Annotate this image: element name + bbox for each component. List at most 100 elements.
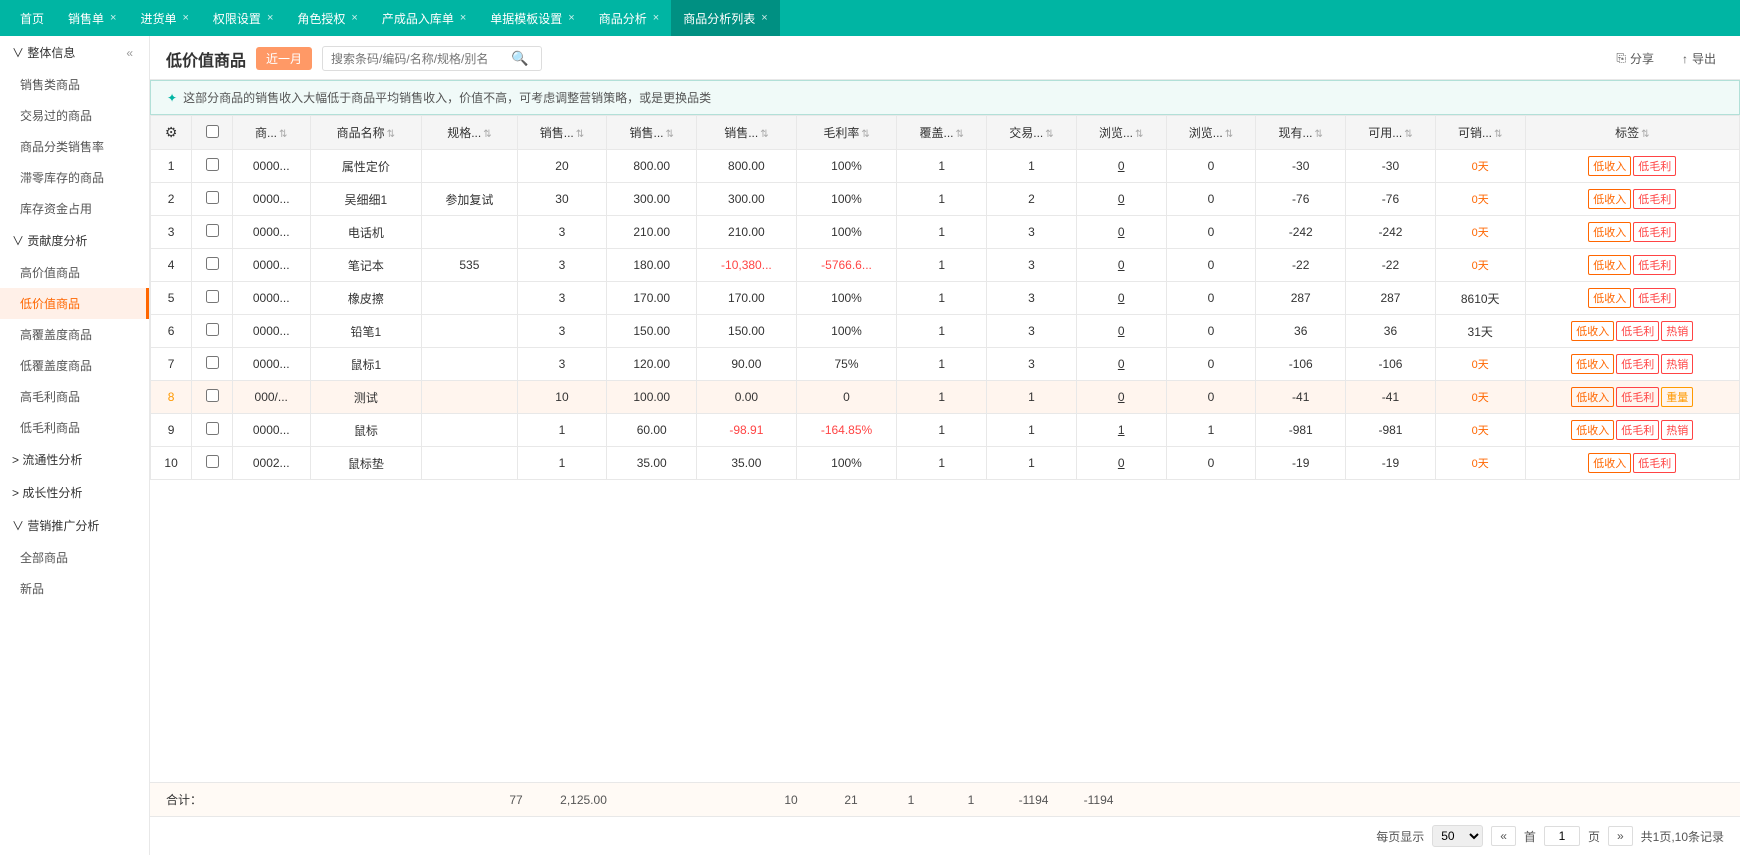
row-checkbox[interactable] [206, 257, 219, 270]
row-checkbox-cell[interactable] [192, 150, 233, 183]
sidebar-item-high-margin[interactable]: 高毛利商品 [0, 381, 149, 412]
nav-role-auth[interactable]: 角色授权 × [285, 0, 369, 36]
row-checkbox-cell[interactable] [192, 282, 233, 315]
sidebar-item-new-products[interactable]: 新品 [0, 573, 149, 604]
row-browse1[interactable]: 1 [1076, 414, 1166, 447]
row-tags: 低收入低毛利 [1525, 183, 1739, 216]
sidebar-group-circulation[interactable]: > 流通性分析 [0, 443, 149, 476]
browse1-link[interactable]: 0 [1118, 225, 1125, 239]
page-number-input[interactable] [1544, 826, 1580, 846]
browse1-link[interactable]: 0 [1118, 159, 1125, 173]
browse1-link[interactable]: 0 [1118, 357, 1125, 371]
browse1-link[interactable]: 0 [1118, 324, 1125, 338]
row-browse1[interactable]: 0 [1076, 150, 1166, 183]
sidebar-item-low-value[interactable]: 低价值商品 [0, 288, 149, 319]
close-icon[interactable]: × [761, 12, 767, 24]
close-icon[interactable]: × [460, 12, 466, 24]
select-all-checkbox[interactable] [206, 125, 219, 138]
row-browse1[interactable]: 0 [1076, 249, 1166, 282]
row-browse1[interactable]: 0 [1076, 282, 1166, 315]
row-code: 0000... [232, 216, 310, 249]
row-checkbox[interactable] [206, 224, 219, 237]
export-button[interactable]: ↑ 导出 [1674, 46, 1724, 71]
row-browse1[interactable]: 0 [1076, 447, 1166, 480]
page-size-select[interactable]: 50 100 200 [1432, 825, 1483, 847]
table-row: 70000...鼠标13120.0090.0075%1300-106-1060天… [151, 348, 1740, 381]
first-page-button[interactable]: « [1491, 826, 1516, 846]
nav-product-stock[interactable]: 产成品入库单 × [370, 0, 478, 36]
browse1-link[interactable]: 0 [1118, 456, 1125, 470]
browse1-link[interactable]: 0 [1118, 291, 1125, 305]
last-page-button[interactable]: » [1608, 826, 1633, 846]
sidebar-item-traded-products[interactable]: 交易过的商品 [0, 100, 149, 131]
nav-permission-settings[interactable]: 权限设置 × [201, 0, 285, 36]
browse1-link[interactable]: 0 [1118, 258, 1125, 272]
row-checkbox-cell[interactable] [192, 414, 233, 447]
top-navigation: 首页 销售单 × 进货单 × 权限设置 × 角色授权 × 产成品入库单 × 单据… [0, 0, 1740, 36]
sidebar-group-growth[interactable]: > 成长性分析 [0, 476, 149, 509]
sidebar-group-overview[interactable]: ∨ 整体信息 « [0, 36, 149, 69]
row-checkbox[interactable] [206, 389, 219, 402]
nav-sales-order[interactable]: 销售单 × [56, 0, 128, 36]
row-browse1[interactable]: 0 [1076, 216, 1166, 249]
nav-purchase-order[interactable]: 进货单 × [128, 0, 200, 36]
row-checkbox[interactable] [206, 290, 219, 303]
collapse-icon[interactable]: « [126, 46, 133, 60]
sidebar-item-sales-products[interactable]: 销售类商品 [0, 69, 149, 100]
search-input[interactable] [331, 52, 511, 66]
row-checkbox-cell[interactable] [192, 381, 233, 414]
close-icon[interactable]: × [653, 12, 659, 24]
close-icon[interactable]: × [110, 12, 116, 24]
nav-product-analysis[interactable]: 商品分析 × [587, 0, 671, 36]
row-checkbox[interactable] [206, 356, 219, 369]
row-browse1[interactable]: 0 [1076, 183, 1166, 216]
sidebar-item-low-margin[interactable]: 低毛利商品 [0, 412, 149, 443]
row-browse1[interactable]: 0 [1076, 315, 1166, 348]
sidebar-item-zero-stock[interactable]: 滞零库存的商品 [0, 162, 149, 193]
row-trade: 3 [987, 216, 1077, 249]
row-checkbox[interactable] [206, 158, 219, 171]
row-checkbox[interactable] [206, 422, 219, 435]
browse1-link[interactable]: 0 [1118, 192, 1125, 206]
filter-recent-month-button[interactable]: 近一月 [256, 47, 312, 70]
th-checkbox[interactable] [192, 116, 233, 150]
close-icon[interactable]: × [182, 12, 188, 24]
sidebar-group-marketing[interactable]: ∨ 营销推广分析 [0, 509, 149, 542]
row-checkbox[interactable] [206, 455, 219, 468]
row-name: 笔记本 [310, 249, 422, 282]
sidebar-item-high-coverage[interactable]: 高覆盖度商品 [0, 319, 149, 350]
row-checkbox[interactable] [206, 191, 219, 204]
browse1-link[interactable]: 1 [1118, 423, 1125, 437]
row-current: -76 [1256, 183, 1346, 216]
th-settings[interactable]: ⚙ [151, 116, 192, 150]
row-checkbox-cell[interactable] [192, 183, 233, 216]
close-icon[interactable]: × [351, 12, 357, 24]
row-browse1[interactable]: 0 [1076, 381, 1166, 414]
row-available: -41 [1346, 381, 1436, 414]
close-icon[interactable]: × [267, 12, 273, 24]
sidebar-item-stock-capital[interactable]: 库存资金占用 [0, 193, 149, 224]
tag: 热销 [1661, 354, 1693, 374]
row-checkbox[interactable] [206, 323, 219, 336]
sidebar-item-category-sales-rate[interactable]: 商品分类销售率 [0, 131, 149, 162]
row-checkbox-cell[interactable] [192, 216, 233, 249]
sidebar-item-all-products[interactable]: 全部商品 [0, 542, 149, 573]
nav-home[interactable]: 首页 [8, 0, 56, 36]
sidebar-item-low-coverage[interactable]: 低覆盖度商品 [0, 350, 149, 381]
nav-template-settings[interactable]: 单据模板设置 × [478, 0, 586, 36]
row-checkbox-cell[interactable] [192, 315, 233, 348]
search-icon[interactable]: 🔍 [511, 50, 528, 67]
sidebar-item-high-value[interactable]: 高价值商品 [0, 257, 149, 288]
row-browse1[interactable]: 0 [1076, 348, 1166, 381]
row-checkbox-cell[interactable] [192, 348, 233, 381]
tag: 低收入 [1571, 420, 1614, 440]
row-tags: 低收入低毛利 [1525, 249, 1739, 282]
row-checkbox-cell[interactable] [192, 249, 233, 282]
row-browse2: 0 [1166, 216, 1256, 249]
row-checkbox-cell[interactable] [192, 447, 233, 480]
browse1-link[interactable]: 0 [1118, 390, 1125, 404]
sidebar-group-contribution[interactable]: ∨ 贡献度分析 [0, 224, 149, 257]
share-button[interactable]: ⎘ 分享 [1608, 46, 1662, 71]
nav-product-analysis-list[interactable]: 商品分析列表 × [671, 0, 779, 36]
close-icon[interactable]: × [568, 12, 574, 24]
